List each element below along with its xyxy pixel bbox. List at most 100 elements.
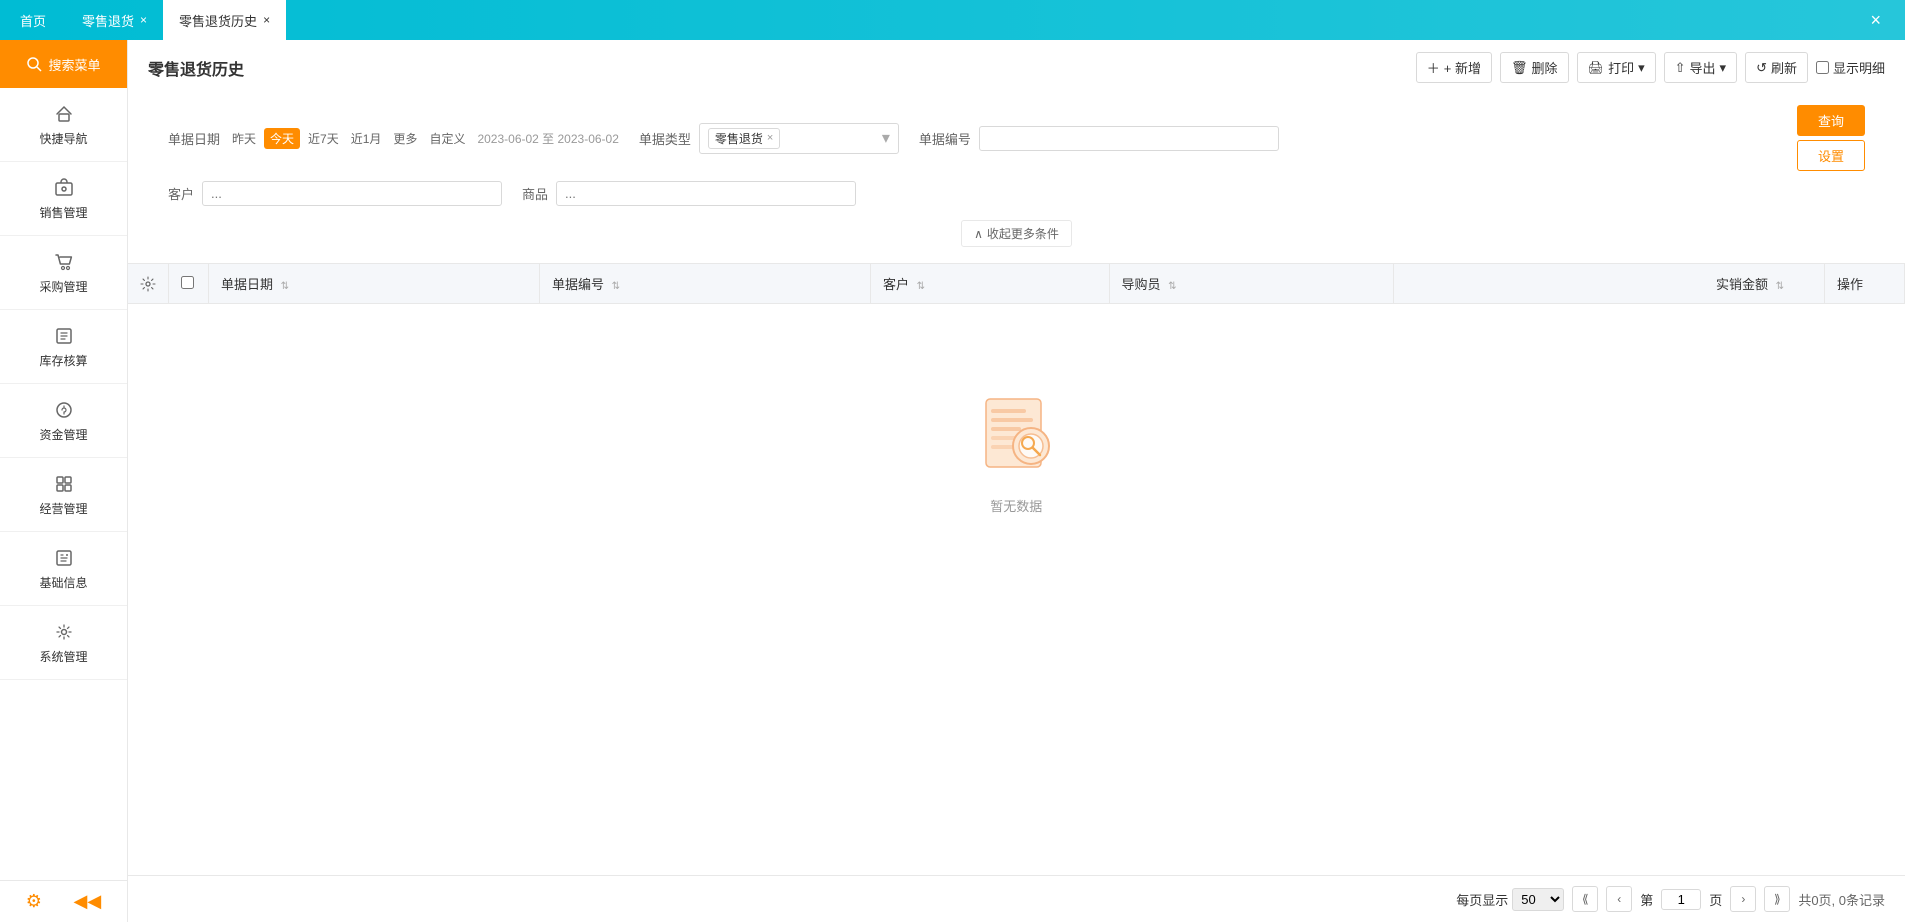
th-customer-sort-icon[interactable]: ⇅: [917, 281, 925, 292]
action-btns: 查询 设置: [1797, 105, 1865, 171]
delete-icon: 🗑: [1511, 60, 1528, 76]
add-btn[interactable]: ＋ + 新增: [1416, 52, 1492, 83]
voucher-type-filter-group: 单据类型 零售退货 × ▾: [639, 123, 899, 154]
export-dropdown-icon: ▾: [1720, 60, 1727, 76]
th-ops: 操作: [1825, 264, 1905, 304]
collapse-icon: ∧: [974, 227, 983, 241]
refresh-btn[interactable]: ↺ 刷新: [1745, 52, 1808, 83]
page-label: 第: [1640, 890, 1653, 909]
sidebar-item-inventory-check[interactable]: 库存核算: [0, 310, 127, 384]
sidebar-item-ops-mgmt[interactable]: 经营管理: [0, 458, 127, 532]
sidebar-item-purchase-mgmt[interactable]: 采购管理: [0, 236, 127, 310]
page-title-bar: 零售退货历史 ＋ + 新增 🗑 删除 🖨 打印 ▾: [148, 52, 1885, 83]
display-detail-label: 显示明细: [1833, 58, 1885, 77]
filter-row-2: 客户 商品: [168, 181, 1865, 206]
page-first-btn[interactable]: ⟪: [1572, 886, 1598, 912]
empty-state-cell: 暂无数据: [128, 304, 1905, 596]
customer-input[interactable]: [202, 181, 502, 206]
page-next-btn[interactable]: ›: [1730, 886, 1756, 912]
voucher-no-label: 单据编号: [919, 129, 971, 148]
voucher-type-select[interactable]: 零售退货 × ▾: [699, 123, 899, 154]
filter-settings-btn[interactable]: 设置: [1797, 140, 1865, 171]
voucher-type-tag-label: 零售退货: [715, 130, 763, 147]
tab-home-label: 首页: [20, 11, 46, 30]
settings-gear-icon[interactable]: ⚙: [26, 891, 42, 912]
th-date-label: 单据日期: [221, 277, 273, 292]
sidebar-item-basic-info-label: 基础信息: [39, 574, 87, 591]
th-amount: 实销金额 ⇅: [1394, 264, 1825, 304]
search-menu-label: 搜索菜单: [48, 55, 100, 74]
date-btn-more[interactable]: 更多: [389, 129, 421, 148]
query-btn[interactable]: 查询: [1797, 105, 1865, 136]
tab-retail-return-history[interactable]: 零售退货历史 ×: [163, 0, 286, 40]
display-detail-group: 显示明细: [1816, 58, 1885, 77]
tab-retail-return[interactable]: 零售退货 ×: [66, 0, 163, 40]
display-detail-checkbox[interactable]: [1816, 61, 1829, 74]
page-size-dropdown[interactable]: 20 50 100: [1512, 888, 1564, 911]
sidebar-item-sales-mgmt[interactable]: 销售管理: [0, 162, 127, 236]
th-no-sort-icon[interactable]: ⇅: [612, 281, 620, 292]
sidebar-item-purchase-mgmt-label: 采购管理: [39, 278, 87, 295]
export-btn[interactable]: ⇧ 导出 ▾: [1664, 52, 1737, 83]
search-menu-btn[interactable]: 搜索菜单: [0, 40, 127, 88]
date-btn-7days[interactable]: 近7天: [304, 129, 343, 148]
voucher-no-input[interactable]: [979, 126, 1279, 151]
goods-input[interactable]: [556, 181, 856, 206]
voucher-type-label: 单据类型: [639, 129, 691, 148]
filter-row-1: 单据日期 昨天 今天 近7天 近1月 更多 自定义 2023-06-02 至 2…: [168, 105, 1865, 171]
refresh-icon: ↺: [1756, 60, 1767, 76]
search-icon: [26, 56, 42, 72]
print-icon: 🖨: [1588, 60, 1605, 76]
tab-retail-return-history-label: 零售退货历史: [179, 11, 257, 30]
date-btn-today[interactable]: 今天: [264, 128, 300, 149]
close-retail-return-tab[interactable]: ×: [140, 13, 147, 27]
refresh-label: 刷新: [1771, 58, 1797, 77]
sidebar-item-finance-mgmt[interactable]: 资金管理: [0, 384, 127, 458]
page-input[interactable]: 1: [1661, 889, 1701, 910]
sidebar-item-sys-mgmt[interactable]: 系统管理: [0, 606, 127, 680]
th-date-sort-icon[interactable]: ⇅: [281, 281, 289, 292]
voucher-type-tag-close[interactable]: ×: [767, 132, 773, 144]
date-btn-yesterday[interactable]: 昨天: [228, 129, 260, 148]
close-window-btn[interactable]: ×: [1862, 10, 1889, 31]
select-all-checkbox[interactable]: [181, 276, 194, 289]
toolbar: ＋ + 新增 🗑 删除 🖨 打印 ▾ ⇧ 导出: [1416, 52, 1885, 83]
delete-label: 删除: [1532, 58, 1558, 77]
date-btn-custom[interactable]: 自定义: [425, 129, 469, 148]
sidebar-nav: 快捷导航 销售管理: [0, 88, 127, 880]
page-last-btn[interactable]: ⟫: [1764, 886, 1790, 912]
th-guide-sort-icon[interactable]: ⇅: [1168, 281, 1176, 292]
sidebar-item-ops-mgmt-label: 经营管理: [39, 500, 87, 517]
tab-home[interactable]: 首页: [0, 0, 66, 40]
sidebar-item-basic-info[interactable]: 基础信息: [0, 532, 127, 606]
print-btn[interactable]: 🖨 打印 ▾: [1577, 52, 1656, 83]
page-title: 零售退货历史: [148, 56, 244, 80]
export-label: 导出: [1690, 58, 1716, 77]
pagination-bar: 每页显示 20 50 100 ⟪ ‹ 第 1 页 › ⟫ 共0页, 0条记录: [128, 875, 1905, 922]
close-retail-return-history-tab[interactable]: ×: [263, 13, 270, 27]
purchase-icon: [52, 250, 76, 274]
inventory-icon: [52, 324, 76, 348]
sidebar-item-quick-nav-label: 快捷导航: [39, 130, 87, 147]
voucher-no-filter-group: 单据编号: [919, 126, 1279, 151]
th-no-label: 单据编号: [552, 277, 604, 292]
date-btn-1month[interactable]: 近1月: [347, 129, 386, 148]
th-checkbox[interactable]: [169, 264, 209, 304]
delete-btn[interactable]: 🗑 删除: [1500, 52, 1569, 83]
filter-area: 单据日期 昨天 今天 近7天 近1月 更多 自定义 2023-06-02 至 2…: [148, 93, 1885, 263]
th-date: 单据日期 ⇅: [209, 264, 540, 304]
data-table: 单据日期 ⇅ 单据编号 ⇅ 客户 ⇅ 导购员 ⇅: [128, 264, 1905, 595]
audio-icon[interactable]: ◀◀: [74, 891, 102, 912]
collapse-btn[interactable]: ∧ 收起更多条件: [961, 220, 1072, 247]
page-prev-btn[interactable]: ‹: [1606, 886, 1632, 912]
voucher-type-tag: 零售退货 ×: [708, 128, 780, 149]
table-body: 暂无数据: [128, 304, 1905, 596]
sidebar-item-quick-nav[interactable]: 快捷导航: [0, 88, 127, 162]
sidebar: 搜索菜单 快捷导航: [0, 40, 128, 922]
sidebar-item-inventory-check-label: 库存核算: [39, 352, 87, 369]
th-amount-sort-icon[interactable]: ⇅: [1776, 281, 1784, 292]
sys-icon: [52, 620, 76, 644]
empty-state-row: 暂无数据: [128, 304, 1905, 596]
th-settings[interactable]: [128, 264, 169, 304]
tab-retail-return-label: 零售退货: [82, 11, 134, 30]
